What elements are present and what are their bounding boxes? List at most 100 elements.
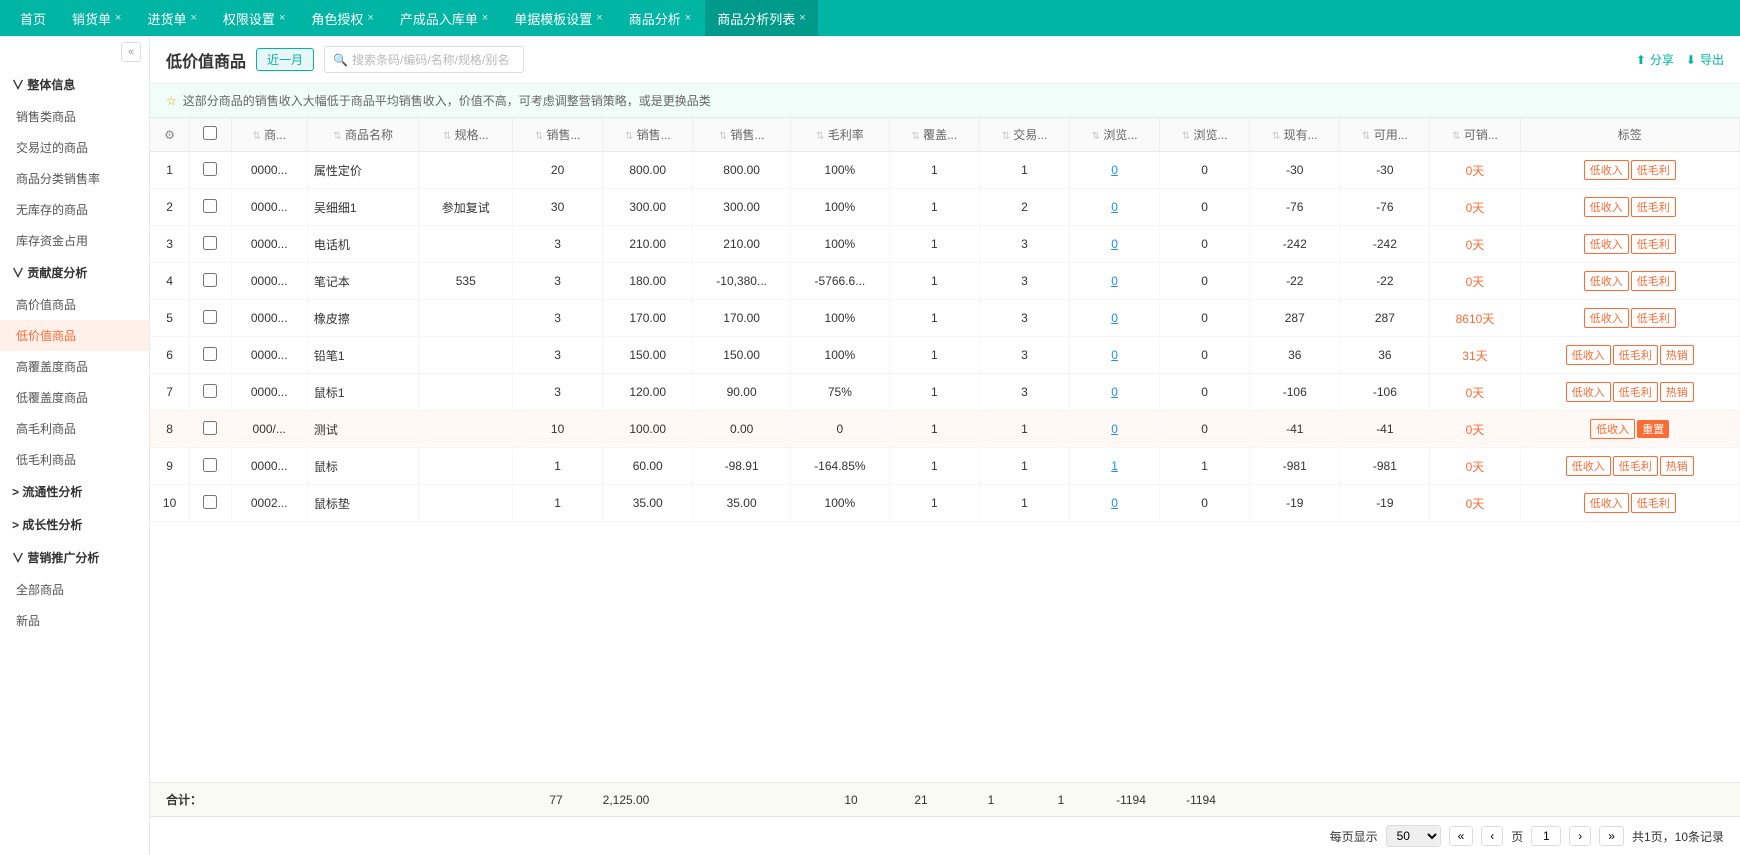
col-spec: ⇅ 规格...	[419, 118, 513, 152]
cell-saleable: 0天	[1430, 411, 1520, 448]
search-box[interactable]: 🔍 搜索条码/编码/名称/规格/别名	[324, 46, 524, 73]
cell-browse1[interactable]: 0	[1069, 226, 1159, 263]
cell-coverage: 1	[889, 374, 979, 411]
cell-browse2: 0	[1160, 152, 1250, 189]
sidebar-item-高毛利商品[interactable]: 高毛利商品	[0, 413, 149, 444]
cell-browse1[interactable]: 0	[1069, 374, 1159, 411]
last-page-button[interactable]: »	[1599, 826, 1624, 846]
nav-close-icon[interactable]: ×	[367, 12, 373, 24]
sidebar-item-交易过的商品[interactable]: 交易过的商品	[0, 132, 149, 163]
cell-checkbox[interactable]	[190, 189, 231, 226]
cell-checkbox[interactable]	[190, 337, 231, 374]
cell-sales-qty: 3	[513, 300, 603, 337]
nav-close-icon[interactable]: ×	[279, 12, 285, 24]
cell-checkbox[interactable]	[190, 411, 231, 448]
nav-close-icon[interactable]: ×	[482, 12, 488, 24]
cell-browse1[interactable]: 0	[1069, 152, 1159, 189]
next-page-button[interactable]: ›	[1569, 826, 1591, 846]
cell-spec	[419, 448, 513, 485]
cell-sales-amount: 170.00	[693, 300, 791, 337]
nav-close-icon[interactable]: ×	[596, 12, 602, 24]
cell-sales-price: 35.00	[603, 485, 693, 522]
sidebar-item-新品[interactable]: 新品	[0, 605, 149, 636]
nav-close-icon[interactable]: ×	[685, 12, 691, 24]
sidebar-item-全部商品[interactable]: 全部商品	[0, 574, 149, 605]
page-size-select[interactable]: 50 100	[1386, 825, 1441, 847]
first-page-button[interactable]: «	[1449, 826, 1474, 846]
sidebar-item-高价值商品[interactable]: 高价值商品	[0, 289, 149, 320]
sidebar-section-title[interactable]: ∨ 营销推广分析	[0, 541, 149, 574]
export-button[interactable]: ⬇ 导出	[1686, 51, 1724, 68]
col-coverage: ⇅ 覆盖...	[889, 118, 979, 152]
table-row: 90000...鼠标160.00-98.91-164.85%1111-981-9…	[150, 448, 1740, 485]
cell-sales-qty: 20	[513, 152, 603, 189]
nav-close-icon[interactable]: ×	[799, 12, 805, 24]
sidebar-section-title[interactable]: > 成长性分析	[0, 508, 149, 541]
cell-browse1[interactable]: 0	[1069, 411, 1159, 448]
nav-item-首页[interactable]: 首页	[8, 0, 58, 36]
cell-checkbox[interactable]	[190, 300, 231, 337]
cell-code: 0000...	[231, 448, 307, 485]
tag-热销: 热销	[1660, 382, 1694, 402]
cell-checkbox[interactable]	[190, 226, 231, 263]
nav-close-icon[interactable]: ×	[190, 12, 196, 24]
cell-coverage: 1	[889, 448, 979, 485]
nav-item-进货单[interactable]: 进货单 ×	[135, 0, 208, 36]
page-number-input[interactable]	[1531, 826, 1561, 846]
cell-browse1[interactable]: 0	[1069, 337, 1159, 374]
nav-item-角色授权[interactable]: 角色授权 ×	[299, 0, 385, 36]
pagination-bar: 每页显示 50 100 « ‹ 页 › » 共1页，10条记录	[150, 816, 1740, 855]
cell-checkbox[interactable]	[190, 485, 231, 522]
cell-trade: 3	[979, 374, 1069, 411]
cell-sales-amount: 90.00	[693, 374, 791, 411]
sidebar-item-低价值商品[interactable]: 低价值商品	[0, 320, 149, 351]
cell-sales-price: 300.00	[603, 189, 693, 226]
cell-sales-price: 100.00	[603, 411, 693, 448]
sidebar-item-无库存的商品[interactable]: 无库存的商品	[0, 194, 149, 225]
cell-browse1[interactable]: 0	[1069, 189, 1159, 226]
cell-browse1[interactable]: 0	[1069, 300, 1159, 337]
col-checkbox[interactable]	[190, 118, 231, 152]
nav-item-单据模板设置[interactable]: 单据模板设置 ×	[502, 0, 614, 36]
cell-gross-rate: 100%	[791, 300, 890, 337]
col-gross-rate: ⇅ 毛利率	[791, 118, 890, 152]
sidebar-item-商品分类销售率[interactable]: 商品分类销售率	[0, 163, 149, 194]
nav-item-商品分析[interactable]: 商品分析 ×	[617, 0, 703, 36]
col-sales-price: ⇅ 销售...	[603, 118, 693, 152]
cell-current: -242	[1250, 226, 1340, 263]
prev-page-button[interactable]: ‹	[1481, 826, 1503, 846]
col-settings[interactable]: ⚙	[150, 118, 190, 152]
sidebar-item-销售类商品[interactable]: 销售类商品	[0, 101, 149, 132]
cell-checkbox[interactable]	[190, 374, 231, 411]
sidebar-item-低毛利商品[interactable]: 低毛利商品	[0, 444, 149, 475]
sidebar-section-title[interactable]: > 流通性分析	[0, 475, 149, 508]
nav-item-销货单[interactable]: 销货单 ×	[60, 0, 133, 36]
sidebar-item-高覆盖度商品[interactable]: 高覆盖度商品	[0, 351, 149, 382]
table-row: 50000...橡皮擦3170.00170.00100%130028728786…	[150, 300, 1740, 337]
cell-browse1[interactable]: 0	[1069, 485, 1159, 522]
cell-num: 2	[150, 189, 190, 226]
table-row: 30000...电话机3210.00210.00100%1300-242-242…	[150, 226, 1740, 263]
sidebar-item-低覆盖度商品[interactable]: 低覆盖度商品	[0, 382, 149, 413]
nav-close-icon[interactable]: ×	[115, 12, 121, 24]
nav-item-权限设置[interactable]: 权限设置 ×	[211, 0, 297, 36]
cell-name: 笔记本	[307, 263, 419, 300]
col-name: ⇅ 商品名称	[307, 118, 419, 152]
share-button[interactable]: ⬆ 分享	[1636, 51, 1674, 68]
cell-browse1[interactable]: 1	[1069, 448, 1159, 485]
table-container: ⚙ ⇅ 商... ⇅ 商品名称 ⇅ 规格... ⇅ 销售... ⇅ 销售... …	[150, 118, 1740, 782]
cell-checkbox[interactable]	[190, 448, 231, 485]
cell-checkbox[interactable]	[190, 263, 231, 300]
filter-button[interactable]: 近一月	[256, 48, 314, 71]
sidebar-collapse-button[interactable]: «	[121, 42, 141, 62]
sidebar-section-title[interactable]: ∨ 贡献度分析	[0, 256, 149, 289]
tag-低毛利: 低毛利	[1613, 382, 1658, 402]
sidebar-section-title[interactable]: ∨ 整体信息	[0, 68, 149, 101]
cell-available: -981	[1340, 448, 1430, 485]
cell-browse1[interactable]: 0	[1069, 263, 1159, 300]
sidebar-item-库存资金占用[interactable]: 库存资金占用	[0, 225, 149, 256]
nav-item-产成品入库单[interactable]: 产成品入库单 ×	[388, 0, 500, 36]
nav-item-商品分析列表[interactable]: 商品分析列表 ×	[705, 0, 817, 36]
cell-checkbox[interactable]	[190, 152, 231, 189]
cell-num: 10	[150, 485, 190, 522]
